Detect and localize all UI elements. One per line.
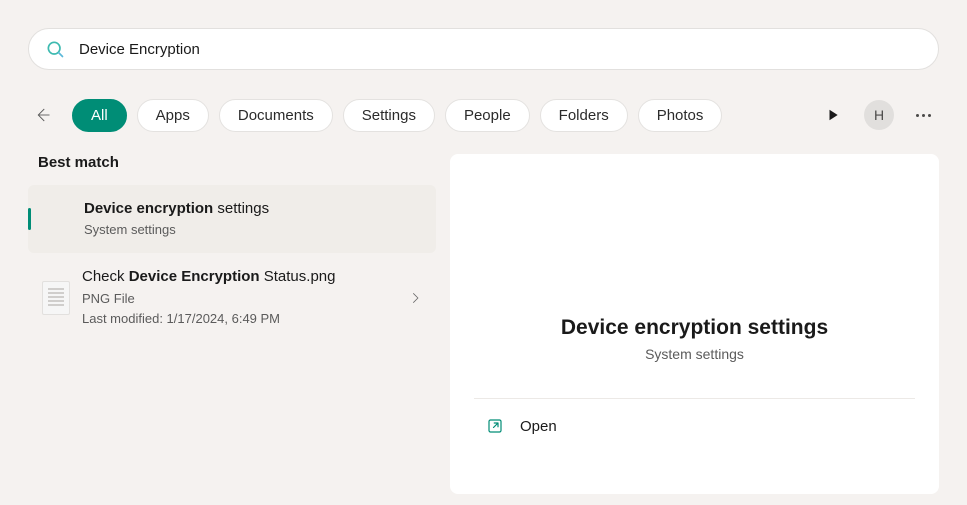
play-icon <box>826 108 840 122</box>
avatar[interactable]: H <box>864 100 894 130</box>
open-external-icon <box>486 417 504 435</box>
result-title: Device encryption settings <box>84 199 422 219</box>
result-meta: Last modified: 1/17/2024, 6:49 PM <box>82 310 408 328</box>
result-subtitle: PNG File <box>82 290 408 308</box>
arrow-left-icon <box>33 106 51 124</box>
search-bar[interactable] <box>28 28 939 70</box>
result-item-device-encryption[interactable]: Device encryption settings System settin… <box>28 185 436 253</box>
filter-folders[interactable]: Folders <box>540 99 628 132</box>
detail-title: Device encryption settings <box>474 316 915 340</box>
result-subtitle: System settings <box>84 221 422 239</box>
detail-subtitle: System settings <box>474 346 915 362</box>
file-thumbnail-icon <box>42 281 70 315</box>
filter-people[interactable]: People <box>445 99 530 132</box>
result-item-file[interactable]: Check Device Encryption Status.png PNG F… <box>28 253 436 342</box>
detail-icon <box>474 246 915 302</box>
detail-panel: Device encryption settings System settin… <box>450 154 939 494</box>
search-icon <box>45 39 65 59</box>
filter-apps[interactable]: Apps <box>137 99 209 132</box>
filter-photos[interactable]: Photos <box>638 99 723 132</box>
more-button[interactable] <box>908 106 939 125</box>
result-title: Check Device Encryption Status.png <box>82 267 408 287</box>
section-heading-best-match: Best match <box>28 154 436 185</box>
results-list: Best match Device encryption settings Sy… <box>28 154 436 494</box>
ellipsis-icon <box>916 114 919 117</box>
filter-settings[interactable]: Settings <box>343 99 435 132</box>
toolbar: All Apps Documents Settings People Folde… <box>28 98 939 132</box>
filter-all[interactable]: All <box>72 99 127 132</box>
play-button[interactable] <box>816 98 850 132</box>
open-label: Open <box>520 418 557 435</box>
back-button[interactable] <box>28 101 56 129</box>
filter-documents[interactable]: Documents <box>219 99 333 132</box>
chevron-right-icon <box>408 291 422 305</box>
search-input[interactable] <box>79 41 922 58</box>
open-action[interactable]: Open <box>450 399 939 453</box>
